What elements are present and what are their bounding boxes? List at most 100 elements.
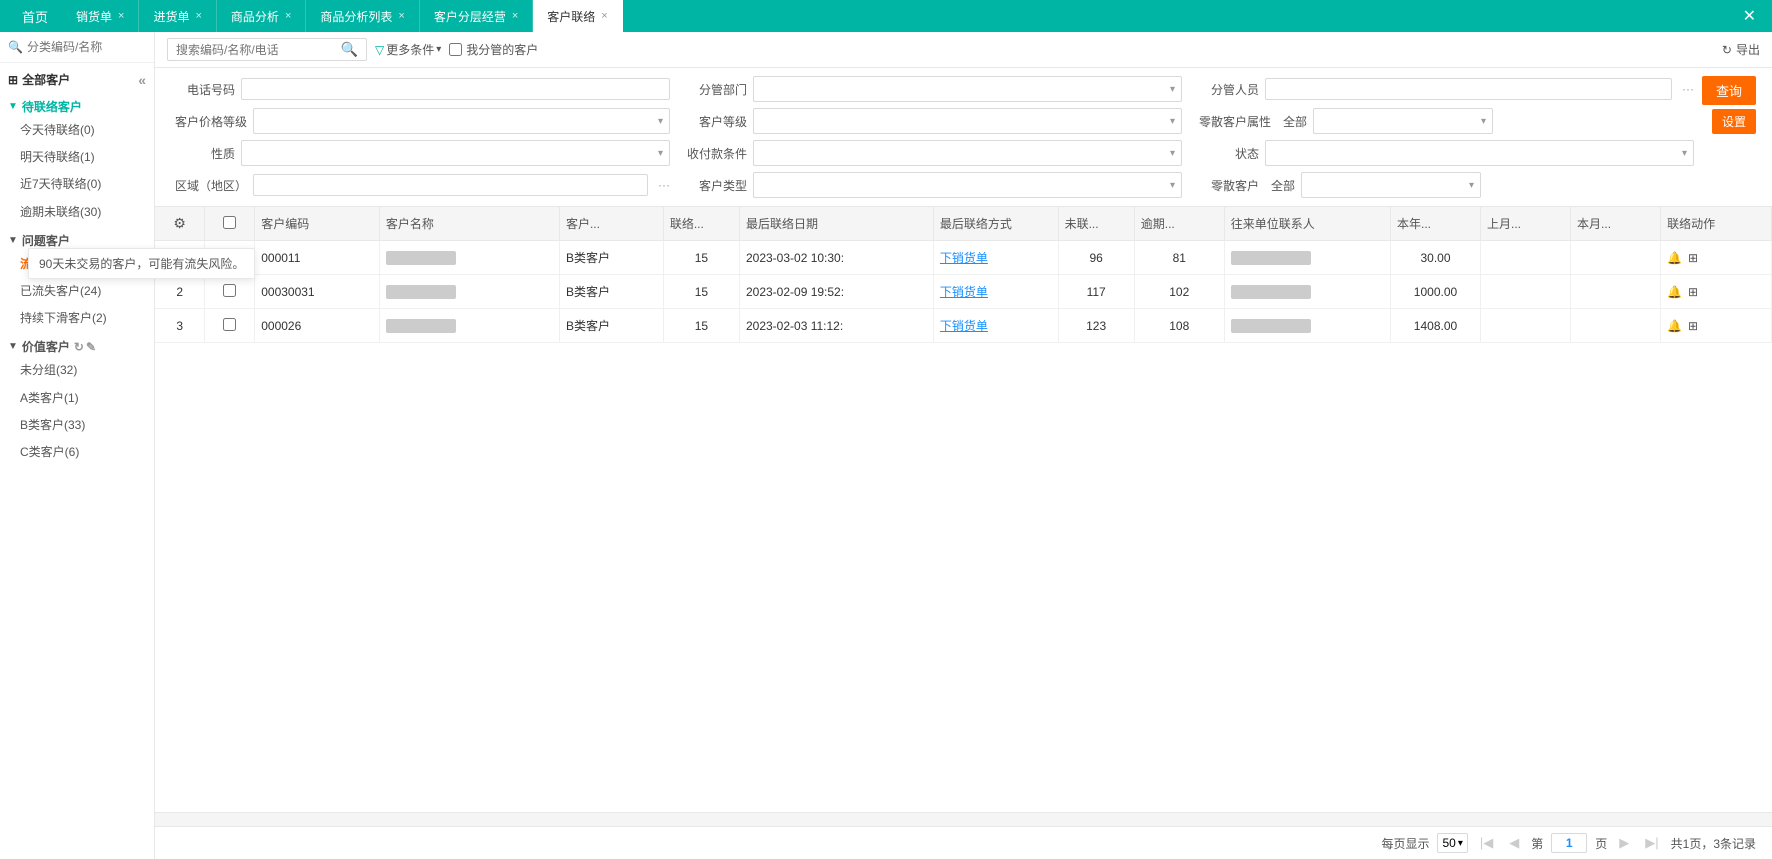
td-lxfs2-1[interactable]: 下销货单 xyxy=(933,241,1058,275)
export-button[interactable]: ↻ 导出 xyxy=(1722,41,1760,58)
nav-tab-analysis-list[interactable]: 商品分析列表 × xyxy=(306,0,419,32)
close-icon[interactable]: × xyxy=(398,10,404,22)
sidebar-group-pending[interactable]: ▼ 待联络客户 xyxy=(0,92,154,117)
filter-price-select[interactable]: ▾ xyxy=(253,108,670,134)
th-lxfs[interactable]: 联络... xyxy=(663,207,739,241)
th-yuqi[interactable]: 逾期... xyxy=(1134,207,1224,241)
sidebar-search-input[interactable] xyxy=(27,40,146,54)
search-button[interactable]: 🔍 xyxy=(341,41,358,58)
th-bynian[interactable]: 本年... xyxy=(1390,207,1480,241)
blurred-contacts-1 xyxy=(1231,251,1311,265)
filter-payment-select[interactable]: ▾ xyxy=(753,140,1182,166)
sidebar-group-problem[interactable]: ▼ 问题客户 xyxy=(0,226,154,251)
sidebar-item-b-class[interactable]: B类客户(33) xyxy=(0,412,154,439)
settings-button[interactable]: 设置 xyxy=(1712,109,1756,134)
action-bell-icon[interactable]: 🔔 xyxy=(1667,319,1682,333)
action-grid-icon[interactable]: ⊞ xyxy=(1688,319,1698,333)
td-contacts-2 xyxy=(1224,275,1390,309)
th-benyue[interactable]: 本月... xyxy=(1571,207,1661,241)
filter-status-select[interactable]: ▾ xyxy=(1265,140,1694,166)
action-bell-icon[interactable]: 🔔 xyxy=(1667,285,1682,299)
sidebar-group-value[interactable]: ▼ 价值客户 ↻ ✎ xyxy=(0,332,154,357)
filter-scatter-select[interactable]: ▾ xyxy=(1313,108,1493,134)
filter-region-input[interactable] xyxy=(253,174,648,196)
nav-tab-customer-tier[interactable]: 客户分层经营 × xyxy=(420,0,533,32)
th-settings: ⚙ xyxy=(155,207,205,241)
sidebar-item-declining[interactable]: 持续下滑客户(2) xyxy=(0,305,154,332)
sidebar-item-today[interactable]: 今天待联络(0) xyxy=(0,117,154,144)
nav-home[interactable]: 首页 xyxy=(8,0,62,32)
select-all-checkbox[interactable] xyxy=(223,216,236,229)
sidebar-item-overdue[interactable]: 逾期未联络(30) xyxy=(0,199,154,226)
td-contacts-1 xyxy=(1224,241,1390,275)
td-code-2: 00030031 xyxy=(255,275,380,309)
filter-dots-icon[interactable]: ··· xyxy=(658,178,670,192)
row-checkbox-3[interactable] xyxy=(223,318,236,331)
chevron-down-icon: ▾ xyxy=(1469,180,1474,191)
th-wlj[interactable]: 未联... xyxy=(1058,207,1134,241)
more-conditions-button[interactable]: ▽ 更多条件 ▾ xyxy=(375,41,441,58)
horizontal-scrollbar[interactable] xyxy=(155,812,1772,826)
query-btn-group: 查询 设置 xyxy=(1702,76,1760,198)
filter-scatter2-select[interactable]: ▾ xyxy=(1301,172,1481,198)
per-page-select[interactable]: 50 ▾ xyxy=(1437,833,1467,853)
filter-manager-input[interactable] xyxy=(1265,78,1672,100)
settings-gear-icon[interactable]: ⚙ xyxy=(173,215,186,231)
nav-tab-analysis[interactable]: 商品分析 × xyxy=(217,0,306,32)
action-grid-icon[interactable]: ⊞ xyxy=(1688,285,1698,299)
filter-manager-label: 分管人员 xyxy=(1199,81,1259,98)
filter-region-label: 区域（地区） xyxy=(175,177,247,194)
td-lxfs2-3[interactable]: 下销货单 xyxy=(933,309,1058,343)
action-grid-icon[interactable]: ⊞ xyxy=(1688,251,1698,265)
th-code[interactable]: 客户编码 xyxy=(255,207,380,241)
page-number-input[interactable] xyxy=(1551,833,1587,853)
th-name[interactable]: 客户名称 xyxy=(379,207,559,241)
close-icon[interactable]: × xyxy=(285,10,291,22)
first-page-button[interactable]: |◀ xyxy=(1476,833,1497,853)
sidebar-item-ungroup[interactable]: 未分组(32) xyxy=(0,357,154,384)
my-customers-checkbox[interactable] xyxy=(449,43,462,56)
query-button[interactable]: 查询 xyxy=(1702,76,1756,105)
refresh-icon[interactable]: ↻ xyxy=(74,340,84,354)
sidebar-item-a-class[interactable]: A类客户(1) xyxy=(0,385,154,412)
search-input[interactable] xyxy=(176,43,337,57)
prev-page-button[interactable]: ◀ xyxy=(1505,833,1523,853)
page-unit-label: 页 xyxy=(1595,835,1607,852)
td-shangyue-1 xyxy=(1481,241,1571,275)
filter-dots-icon[interactable]: ··· xyxy=(1682,82,1694,96)
nav-tab-purchase[interactable]: 进货单 × xyxy=(139,0,216,32)
sidebar-all-customers[interactable]: ⊞ 全部客户 « xyxy=(0,63,154,92)
window-close-button[interactable]: ✕ xyxy=(1735,6,1764,26)
filter-grade-select[interactable]: ▾ xyxy=(753,108,1182,134)
th-date[interactable]: 最后联络日期 xyxy=(739,207,933,241)
sidebar-item-tomorrow[interactable]: 明天待联络(1) xyxy=(0,144,154,171)
close-icon[interactable]: × xyxy=(601,10,607,22)
filter-dept-select[interactable]: ▾ xyxy=(753,76,1182,102)
th-contacts[interactable]: 往来单位联系人 xyxy=(1224,207,1390,241)
td-lxfs2-2[interactable]: 下销货单 xyxy=(933,275,1058,309)
last-page-button[interactable]: ▶| xyxy=(1641,833,1662,853)
filter-nature-select[interactable]: ▾ xyxy=(241,140,670,166)
collapse-icon[interactable]: « xyxy=(138,72,146,88)
next-page-button[interactable]: ▶ xyxy=(1615,833,1633,853)
sidebar-item-churned[interactable]: 已流失客户(24) xyxy=(0,278,154,305)
row-checkbox-2[interactable] xyxy=(223,284,236,297)
edit-icon[interactable]: ✎ xyxy=(86,340,96,354)
th-khlx[interactable]: 客户... xyxy=(559,207,663,241)
nav-tab-sales[interactable]: 销货单 × xyxy=(62,0,139,32)
close-icon[interactable]: × xyxy=(512,10,518,22)
th-lxfs2[interactable]: 最后联络方式 xyxy=(933,207,1058,241)
sidebar-item-7days[interactable]: 近7天待联络(0) xyxy=(0,171,154,198)
filter-phone-input[interactable] xyxy=(241,78,670,100)
th-shangyue[interactable]: 上月... xyxy=(1481,207,1571,241)
td-khlx-1: B类客户 xyxy=(559,241,663,275)
close-icon[interactable]: × xyxy=(195,10,201,22)
action-bell-icon[interactable]: 🔔 xyxy=(1667,251,1682,265)
filter-custtype-select[interactable]: ▾ xyxy=(753,172,1182,198)
sidebar-item-c-class[interactable]: C类客户(6) xyxy=(0,439,154,466)
filter-price-label: 客户价格等级 xyxy=(175,113,247,130)
grid-icon: ⊞ xyxy=(8,73,18,87)
action-icons-3: 🔔 ⊞ xyxy=(1667,319,1765,333)
close-icon[interactable]: × xyxy=(118,10,124,22)
nav-tab-customer-contact[interactable]: 客户联络 × xyxy=(533,0,622,32)
